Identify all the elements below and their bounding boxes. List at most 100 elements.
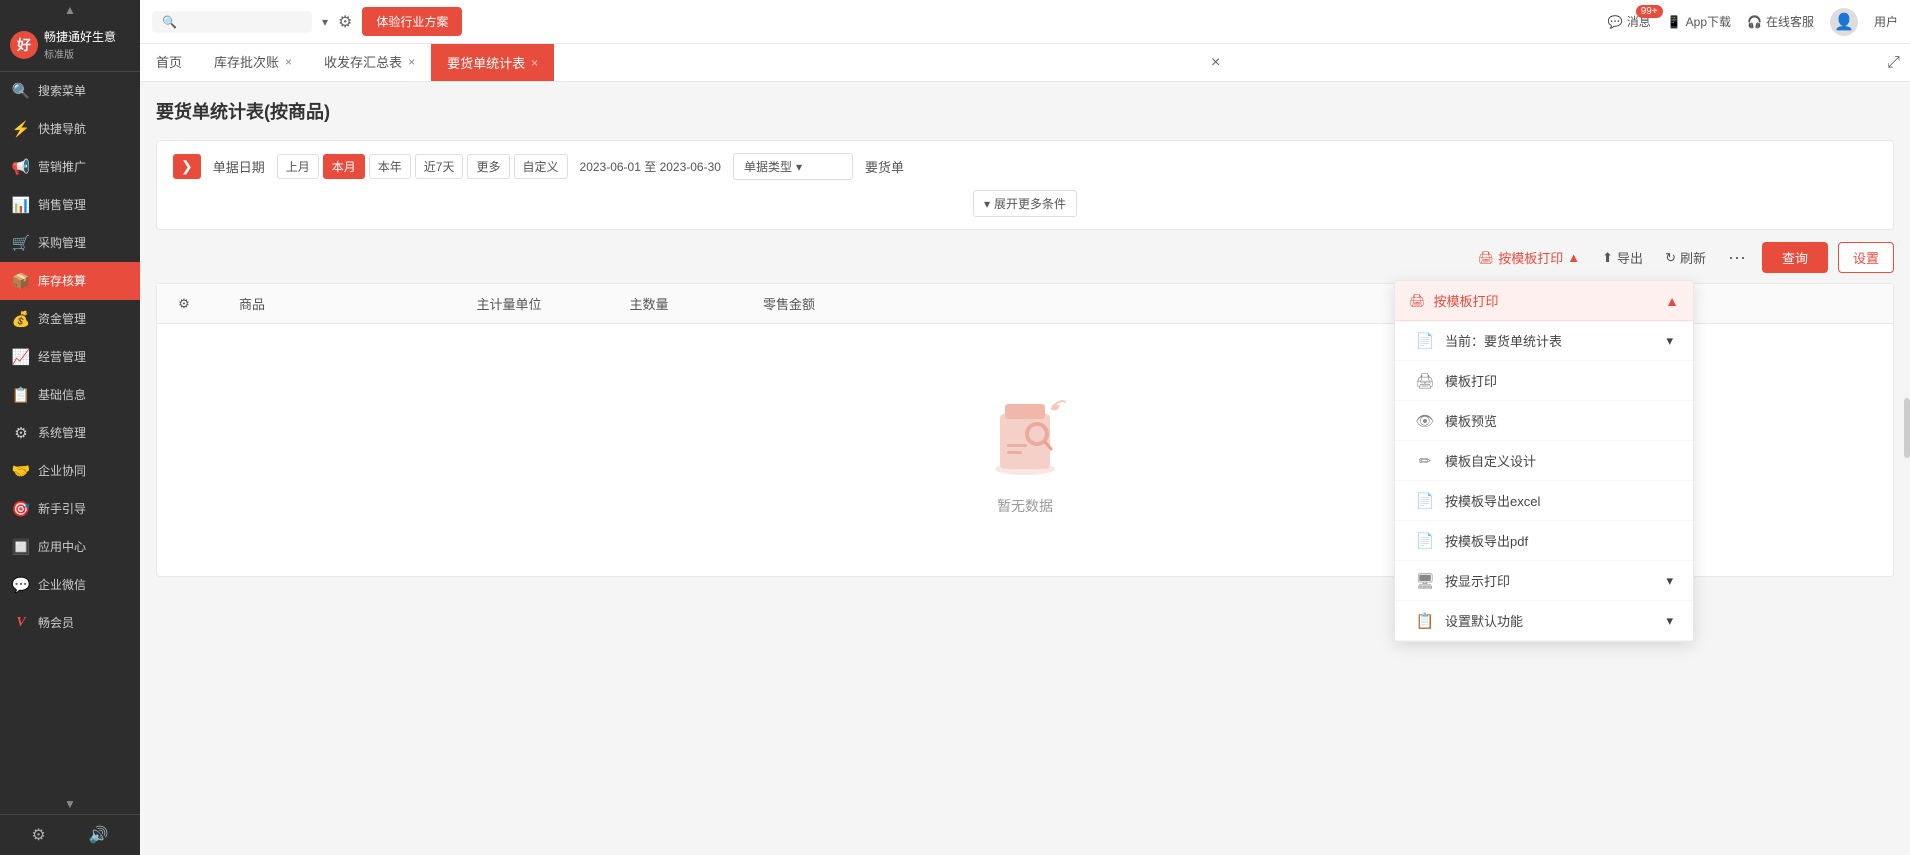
tab-inventory-batch[interactable]: 库存批次账 ×: [198, 44, 308, 81]
sidebar-item-search[interactable]: 🔍 搜索菜单: [0, 72, 140, 110]
topbar-right: 💬 消息 99+ 📱 App下载 🎧 在线客服 👤 用户: [1608, 8, 1898, 36]
dropdown-current-template[interactable]: 📄 当前：要货单统计表 ▾: [1395, 321, 1693, 361]
sidebar-item-basic[interactable]: 📋 基础信息: [0, 376, 140, 414]
message-badge[interactable]: 💬 消息 99+: [1608, 13, 1651, 30]
empty-illustration: [975, 384, 1075, 484]
sidebar-scroll-down[interactable]: ▼: [0, 794, 140, 814]
filter-type-chevron: ▾: [796, 160, 802, 174]
avatar[interactable]: 👤: [1830, 8, 1858, 36]
filter-date-7days[interactable]: 近7天: [415, 154, 464, 179]
refresh-btn[interactable]: ↻ 刷新: [1659, 244, 1712, 271]
current-template-chevron: ▾: [1666, 333, 1673, 349]
dropdown-template-export-excel[interactable]: 📄 按模板导出excel: [1395, 481, 1693, 521]
filter-date-range: 2023-06-01 至 2023-06-30: [580, 158, 721, 175]
system-icon: ⚙: [12, 424, 30, 442]
dropdown-template-print[interactable]: 🖨 模板打印: [1395, 361, 1693, 401]
filter-date-more[interactable]: 更多: [467, 154, 509, 179]
tabs-close-all-btn[interactable]: ×: [1201, 54, 1230, 72]
dropdown-set-default[interactable]: 📋 设置默认功能 ▾: [1395, 601, 1693, 641]
sidebar-item-purchase[interactable]: 🛒 采购管理: [0, 224, 140, 262]
col-unit: 主计量单位: [459, 294, 559, 313]
sidebar-scroll-up[interactable]: ▲: [0, 0, 140, 20]
print-icon: 🖨: [1478, 250, 1495, 266]
more-btn[interactable]: ···: [1722, 243, 1752, 272]
tab-receivable-summary[interactable]: 收发存汇总表 ×: [308, 44, 431, 81]
set-default-left: 📋 设置默认功能: [1415, 611, 1523, 630]
topbar-search[interactable]: 🔍: [152, 11, 312, 33]
sidebar-item-sales[interactable]: 📊 销售管理: [0, 186, 140, 224]
page-title: 要货单统计表(按商品): [156, 98, 1894, 124]
dropdown-template-custom[interactable]: ✏ 模板自定义设计: [1395, 441, 1693, 481]
app-download-icon: 📱: [1667, 15, 1682, 29]
filter-expand-btn[interactable]: ▾ 展开更多条件: [973, 190, 1077, 217]
display-print-left: 🖥 按显示打印: [1415, 571, 1510, 590]
right-scrollbar[interactable]: [1904, 398, 1910, 458]
filter-date-prev-month[interactable]: 上月: [277, 154, 319, 179]
settings-btn[interactable]: 设置: [1838, 242, 1894, 273]
online-service-btn[interactable]: 🎧 在线客服: [1747, 13, 1814, 30]
marketing-icon: 📢: [12, 158, 30, 176]
dropdown-header-left: 🖨 按模板打印: [1409, 291, 1499, 310]
sidebar-item-newbie[interactable]: 🎯 新手引导: [0, 490, 140, 528]
wechat-icon: 💬: [12, 576, 30, 594]
empty-text: 暂无数据: [997, 496, 1053, 516]
sales-icon: 📊: [12, 196, 30, 214]
sidebar-item-quick-nav[interactable]: ⚡ 快捷导航: [0, 110, 140, 148]
app-download-btn[interactable]: 📱 App下载: [1667, 13, 1731, 30]
basic-icon: 📋: [12, 386, 30, 404]
tabs-expand-btn[interactable]: ⤢: [1877, 54, 1910, 72]
sound-footer-icon[interactable]: 🔊: [89, 825, 109, 845]
tab-close-inventory-batch[interactable]: ×: [285, 55, 292, 69]
dropdown-header[interactable]: 🖨 按模板打印 ▲: [1395, 281, 1693, 321]
sidebar-item-system[interactable]: ⚙ 系统管理: [0, 414, 140, 452]
display-print-icon: 🖥: [1415, 572, 1435, 590]
filter-date-label: 单据日期: [213, 157, 265, 176]
sidebar-item-finance[interactable]: 💰 资金管理: [0, 300, 140, 338]
sidebar-item-enterprise-wechat[interactable]: 💬 企业微信: [0, 566, 140, 604]
operations-icon: 📈: [12, 348, 30, 366]
dropdown-template-preview[interactable]: 👁 模板预览: [1395, 401, 1693, 441]
filter-date-current-month[interactable]: 本月: [323, 154, 365, 179]
filter-date-btns: 上月 本月 本年 近7天 更多 自定义: [277, 154, 568, 179]
sidebar-logo: 好 畅捷通好生意 标准版: [0, 20, 140, 72]
filter-type-select[interactable]: 单据类型 ▾: [733, 153, 853, 180]
dropdown-print-icon: 🖨: [1409, 293, 1426, 309]
app-center-icon: 🔲: [12, 538, 30, 556]
trial-btn[interactable]: 体验行业方案: [362, 7, 462, 36]
inventory-icon: 📦: [12, 272, 30, 290]
filter-goods-label: 要货单: [865, 157, 904, 176]
flash-icon: ⚡: [12, 120, 30, 138]
template-preview-icon: 👁: [1415, 412, 1435, 430]
settings-footer-icon[interactable]: ⚙: [31, 825, 45, 845]
display-print-chevron: ▾: [1666, 573, 1673, 589]
tab-close-receivable-summary[interactable]: ×: [408, 55, 415, 69]
sidebar-item-operations[interactable]: 📈 经营管理: [0, 338, 140, 376]
topbar-dropdown-arrow[interactable]: ▾: [322, 15, 328, 29]
topbar-search-icon: 🔍: [162, 15, 177, 29]
refresh-icon: ↻: [1665, 250, 1676, 266]
export-btn[interactable]: ⬆ 导出: [1596, 244, 1649, 271]
print-btn[interactable]: 🖨 按模板打印 ▲: [1472, 244, 1586, 271]
filter-bar: ❯ 单据日期 上月 本月 本年 近7天 更多 自定义 2023-06-01 至 …: [156, 140, 1894, 230]
topbar-gear-icon[interactable]: ⚙: [338, 12, 352, 32]
current-template-icon: 📄: [1415, 332, 1435, 350]
tabs-bar: 首页 库存批次账 × 收发存汇总表 × 要货单统计表 × × ⤢: [140, 44, 1910, 82]
tab-home[interactable]: 首页: [140, 44, 198, 81]
sidebar-item-member[interactable]: V 畅会员: [0, 604, 140, 642]
dropdown-display-print[interactable]: 🖥 按显示打印 ▾: [1395, 561, 1693, 601]
col-settings[interactable]: ⚙: [169, 296, 199, 312]
dropdown-template-export-pdf[interactable]: 📄 按模板导出pdf: [1395, 521, 1693, 561]
query-btn[interactable]: 查询: [1762, 242, 1828, 273]
sidebar-item-enterprise[interactable]: 🤝 企业协同: [0, 452, 140, 490]
col-amount: 零售金额: [739, 294, 839, 313]
sidebar-item-app-center[interactable]: 🔲 应用中心: [0, 528, 140, 566]
filter-date-custom[interactable]: 自定义: [514, 154, 568, 179]
tab-order-stats[interactable]: 要货单统计表 ×: [431, 44, 554, 81]
finance-icon: 💰: [12, 310, 30, 328]
tab-close-order-stats[interactable]: ×: [531, 56, 538, 70]
action-bar: 🖨 按模板打印 ▲ ⬆ 导出 ↻ 刷新 ··· 查询 设置 🖨 按模板打印: [156, 242, 1894, 273]
sidebar-item-marketing[interactable]: 📢 营销推广: [0, 148, 140, 186]
filter-collapse-btn[interactable]: ❯: [173, 154, 201, 179]
sidebar-item-inventory[interactable]: 📦 库存核算: [0, 262, 140, 300]
filter-date-year[interactable]: 本年: [369, 154, 411, 179]
